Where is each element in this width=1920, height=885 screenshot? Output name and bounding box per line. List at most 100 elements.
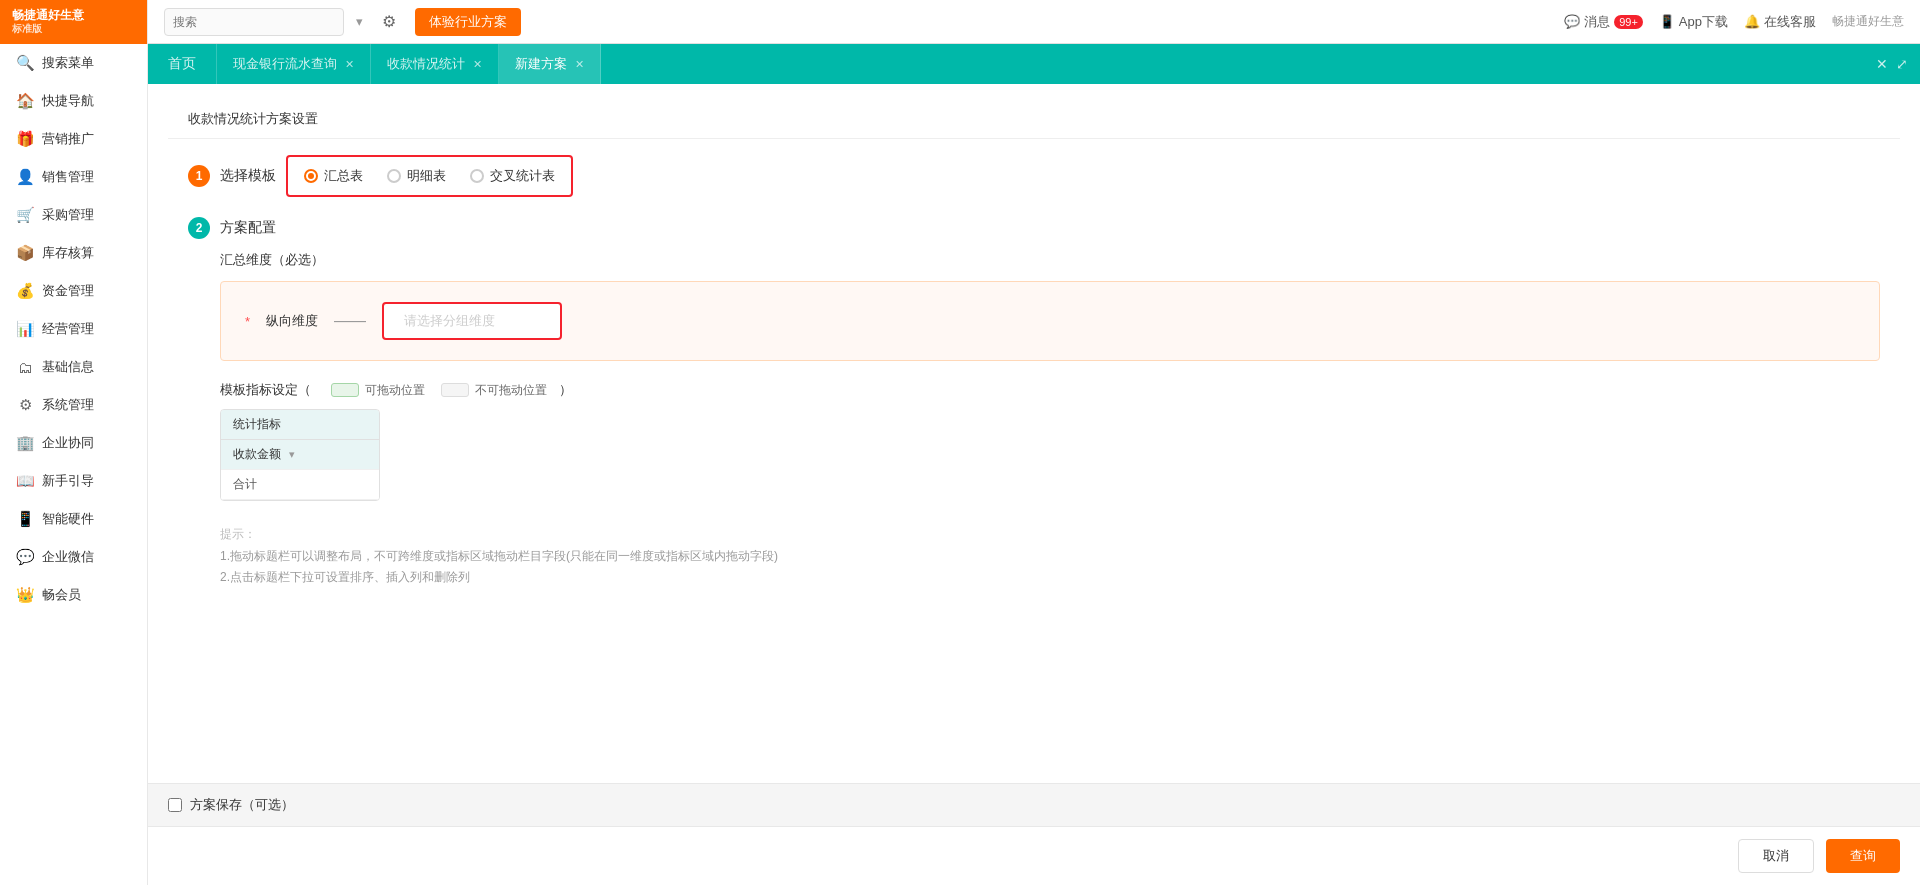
tab-home[interactable]: 首页 [148, 44, 217, 84]
sidebar-item-enterprise-collab[interactable]: 🏢 企业协同 [0, 424, 147, 462]
dropdown-icon[interactable]: ▾ [356, 14, 363, 29]
logo-version: 标准版 [12, 22, 84, 36]
metrics-row-2-label: 合计 [233, 477, 257, 491]
sidebar-item-basic-info[interactable]: 🗂 基础信息 [0, 348, 147, 386]
gear-icon[interactable]: ⚙ [375, 8, 403, 36]
purchase-icon: 🛒 [16, 206, 34, 224]
marketing-icon: 🎁 [16, 130, 34, 148]
online-service-icon: 🔔 [1744, 14, 1760, 29]
tab-collection-stats[interactable]: 收款情况统计 ✕ [371, 44, 499, 84]
save-section: 方案保存（可选） [148, 783, 1920, 826]
online-service-item[interactable]: 🔔 在线客服 [1744, 13, 1816, 31]
sidebar-item-label: 库存核算 [42, 244, 94, 262]
draggable-label: 可拖动位置 [365, 382, 425, 399]
dim-arrow: —— [334, 312, 366, 330]
metrics-label-close: ） [559, 381, 572, 399]
step2-badge: 2 [188, 217, 210, 239]
sales-icon: 👤 [16, 168, 34, 186]
sidebar-logo: 畅捷通好生意 标准版 [0, 0, 147, 44]
radio-cross[interactable]: 交叉统计表 [470, 167, 555, 185]
metrics-row-1-label: 收款金额 [233, 446, 281, 463]
app-download-icon: 📱 [1659, 14, 1675, 29]
sidebar-item-search-menu[interactable]: 🔍 搜索菜单 [0, 44, 147, 82]
page-header: 收款情况统计方案设置 [168, 100, 1900, 139]
cancel-button[interactable]: 取消 [1738, 839, 1814, 873]
form-area: 1 选择模板 汇总表 明细表 [168, 139, 1900, 625]
main-area: ▾ ⚙ 体验行业方案 💬 消息 99+ 📱 App下载 🔔 在线客服 畅捷通好生… [148, 0, 1920, 885]
dim-select-box[interactable]: 请选择分组维度 [382, 302, 562, 340]
sidebar-item-sales[interactable]: 👤 销售管理 [0, 158, 147, 196]
page-body: 收款情况统计方案设置 1 选择模板 汇总表 [148, 84, 1920, 783]
radio-detail[interactable]: 明细表 [387, 167, 446, 185]
dimension-label-text: 汇总维度（必选） [220, 252, 324, 267]
draggable-legend-item: 可拖动位置 [331, 382, 425, 399]
tab-new-plan[interactable]: 新建方案 ✕ [499, 44, 601, 84]
sidebar-item-marketing[interactable]: 🎁 营销推广 [0, 120, 147, 158]
vertical-dim-label: 纵向维度 [266, 312, 318, 330]
step1-header: 1 选择模板 汇总表 明细表 [188, 155, 1880, 197]
sidebar-item-quick-nav[interactable]: 🏠 快捷导航 [0, 82, 147, 120]
sidebar-item-label: 营销推广 [42, 130, 94, 148]
non-draggable-legend-item: 不可拖动位置 [441, 382, 547, 399]
query-button[interactable]: 查询 [1826, 839, 1900, 873]
sidebar-item-beginner-guide[interactable]: 📖 新手引导 [0, 462, 147, 500]
tab-collection-stats-label: 收款情况统计 [387, 55, 465, 73]
non-draggable-label: 不可拖动位置 [475, 382, 547, 399]
metrics-row-2: 合计 [221, 470, 379, 500]
drag-legend: 可拖动位置 不可拖动位置 [331, 382, 547, 399]
step2-section: 2 方案配置 汇总维度（必选） * 纵向维度 [188, 217, 1880, 589]
industry-btn[interactable]: 体验行业方案 [415, 8, 521, 36]
window-maximize-icon[interactable]: ⤢ [1896, 56, 1908, 72]
sidebar-item-label: 搜索菜单 [42, 54, 94, 72]
dim-required-star: * [245, 314, 250, 329]
sidebar-item-operations[interactable]: 📊 经营管理 [0, 310, 147, 348]
nav-tabs: 首页 现金银行流水查询 ✕ 收款情况统计 ✕ 新建方案 ✕ ✕ ⤢ [148, 44, 1920, 84]
radio-cross-btn[interactable] [470, 169, 484, 183]
save-checkbox[interactable] [168, 798, 182, 812]
message-label: 消息 [1584, 13, 1610, 31]
radio-summary[interactable]: 汇总表 [304, 167, 363, 185]
metrics-label-text: 模板指标设定（ [220, 381, 311, 399]
tab-collection-stats-close[interactable]: ✕ [473, 58, 482, 71]
sidebar-item-purchase[interactable]: 🛒 采购管理 [0, 196, 147, 234]
radio-detail-btn[interactable] [387, 169, 401, 183]
basic-info-icon: 🗂 [16, 358, 34, 376]
search-input[interactable] [164, 8, 344, 36]
user-name[interactable]: 畅捷通好生意 [1832, 13, 1904, 30]
sidebar-item-system[interactable]: ⚙ 系统管理 [0, 386, 147, 424]
metrics-row-1-dropdown[interactable]: ▾ [289, 448, 295, 461]
tab-bank-flow-close[interactable]: ✕ [345, 58, 354, 71]
dim-select-placeholder: 请选择分组维度 [404, 313, 495, 328]
search-menu-icon: 🔍 [16, 54, 34, 72]
tab-new-plan-close[interactable]: ✕ [575, 58, 584, 71]
sidebar-item-smart-hardware[interactable]: 📱 智能硬件 [0, 500, 147, 538]
sidebar-item-inventory[interactable]: 📦 库存核算 [0, 234, 147, 272]
metrics-section: 模板指标设定（ 可拖动位置 不可拖动位置 [220, 381, 1880, 504]
topbar-right: 💬 消息 99+ 📱 App下载 🔔 在线客服 畅捷通好生意 [1564, 13, 1904, 31]
sidebar-item-label: 基础信息 [42, 358, 94, 376]
message-item[interactable]: 💬 消息 99+ [1564, 13, 1643, 31]
sidebar-item-finance[interactable]: 💰 资金管理 [0, 272, 147, 310]
non-draggable-indicator [441, 383, 469, 397]
message-badge: 99+ [1614, 15, 1643, 29]
tab-bank-flow[interactable]: 现金银行流水查询 ✕ [217, 44, 371, 84]
metrics-config-label: 模板指标设定（ 可拖动位置 不可拖动位置 [220, 381, 1880, 399]
tab-bank-flow-label: 现金银行流水查询 [233, 55, 337, 73]
step2-body: 汇总维度（必选） * 纵向维度 —— 请选择分组维度 [188, 251, 1880, 589]
metrics-row-1[interactable]: 收款金额 ▾ [221, 440, 379, 470]
smart-hardware-icon: 📱 [16, 510, 34, 528]
tip1: 1.拖动标题栏可以调整布局，不可跨维度或指标区域拖动栏目字段(只能在同一维度或指… [220, 546, 1880, 568]
tip2: 2.点击标题栏下拉可设置排序、插入列和删除列 [220, 567, 1880, 589]
sidebar-item-label: 系统管理 [42, 396, 94, 414]
nav-tabs-controls: ✕ ⤢ [1864, 44, 1920, 84]
sidebar-item-enterprise-wechat[interactable]: 💬 企业微信 [0, 538, 147, 576]
app-download-item[interactable]: 📱 App下载 [1659, 13, 1728, 31]
radio-summary-btn[interactable] [304, 169, 318, 183]
sidebar-item-member[interactable]: 👑 畅会员 [0, 576, 147, 614]
step2-title: 方案配置 [220, 219, 276, 237]
sidebar-item-label: 新手引导 [42, 472, 94, 490]
sidebar-item-label: 采购管理 [42, 206, 94, 224]
app-download-label: App下载 [1679, 13, 1728, 31]
dimension-row: * 纵向维度 —— 请选择分组维度 [245, 302, 1855, 340]
window-close-icon[interactable]: ✕ [1876, 56, 1888, 72]
